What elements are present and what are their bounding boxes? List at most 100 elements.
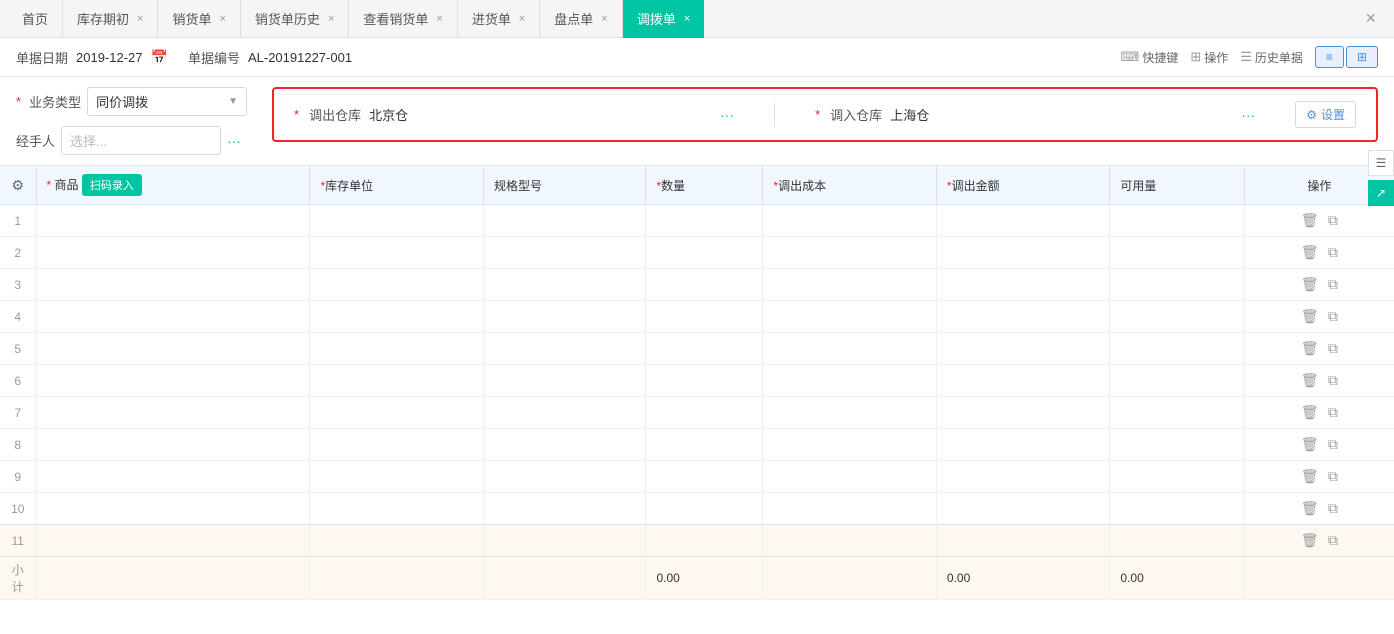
copy-btn-8[interactable]: ⧉ bbox=[1325, 436, 1341, 452]
view-toggle: ≡ ⊞ bbox=[1315, 46, 1378, 68]
shortcuts-btn[interactable]: ⌨ 快捷键 bbox=[1121, 49, 1179, 66]
right-tool-list[interactable]: ☰ bbox=[1368, 150, 1394, 176]
tab-sales-history-close[interactable]: × bbox=[328, 13, 334, 25]
th-available: 可用量 bbox=[1110, 166, 1244, 205]
gear-icon: ⚙ bbox=[1306, 108, 1317, 122]
copy-btn-5[interactable]: ⧉ bbox=[1325, 340, 1341, 356]
toolbar: 单据日期 2019-12-27 📅 单据编号 AL-20191227-001 ⌨… bbox=[0, 38, 1394, 77]
delete-btn-5[interactable]: 🗑 bbox=[1298, 340, 1322, 356]
copy-btn-2[interactable]: ⧉ bbox=[1325, 244, 1341, 260]
handler-placeholder: 选择... bbox=[70, 131, 107, 150]
row-available-2[interactable] bbox=[1110, 237, 1244, 269]
row-amount-3[interactable] bbox=[936, 269, 1110, 301]
row-amount-1[interactable] bbox=[936, 205, 1110, 237]
settings-btn[interactable]: ⚙ 设置 bbox=[1295, 101, 1356, 128]
row-qty-1[interactable] bbox=[646, 205, 763, 237]
copy-btn-11[interactable]: ⧉ bbox=[1325, 532, 1341, 548]
copy-btn-4[interactable]: ⧉ bbox=[1325, 308, 1341, 324]
handler-select[interactable]: 选择... bbox=[61, 126, 221, 155]
delete-btn-1[interactable]: 🗑 bbox=[1298, 212, 1322, 228]
tab-view-sales[interactable]: 查看销货单 × bbox=[349, 0, 457, 38]
table-row: 1 🗑 ⧉ bbox=[0, 205, 1394, 237]
row-cost-1[interactable] bbox=[763, 205, 937, 237]
warehouse-in-label: 调入仓库 bbox=[830, 105, 882, 124]
th-spec: 规格型号 bbox=[483, 166, 646, 205]
th-cost: *调出成本 bbox=[763, 166, 937, 205]
delete-btn-6[interactable]: 🗑 bbox=[1298, 372, 1322, 388]
row-cost-2[interactable] bbox=[763, 237, 937, 269]
operations-btn[interactable]: ⊞ 操作 bbox=[1190, 49, 1228, 66]
row-available-1[interactable] bbox=[1110, 205, 1244, 237]
row-ops-3: 🗑 ⧉ bbox=[1244, 269, 1394, 301]
delete-btn-3[interactable]: 🗑 bbox=[1298, 276, 1322, 292]
row-spec-2[interactable] bbox=[483, 237, 646, 269]
delete-btn-8[interactable]: 🗑 bbox=[1298, 436, 1322, 452]
row-cost-3[interactable] bbox=[763, 269, 937, 301]
row-ops-2: 🗑 ⧉ bbox=[1244, 237, 1394, 269]
tab-sales-order-close[interactable]: × bbox=[219, 13, 225, 25]
copy-btn-10[interactable]: ⧉ bbox=[1325, 500, 1341, 516]
delete-btn-2[interactable]: 🗑 bbox=[1298, 244, 1322, 260]
tab-transfer-label: 调拨单 bbox=[637, 9, 676, 28]
tab-inventory-init[interactable]: 库存期初 × bbox=[63, 0, 158, 38]
calendar-icon[interactable]: 📅 bbox=[151, 49, 168, 66]
tab-view-sales-close[interactable]: × bbox=[436, 13, 442, 25]
tab-stocktake-close[interactable]: × bbox=[601, 13, 607, 25]
right-tool-expand[interactable]: ↗ bbox=[1368, 180, 1394, 206]
copy-btn-3[interactable]: ⧉ bbox=[1325, 276, 1341, 292]
row-product-3[interactable] bbox=[36, 269, 310, 301]
th-settings[interactable]: ⚙ bbox=[0, 166, 36, 205]
main-table-container: ⚙ * 商品 扫码录入 *库存单位 规格型号 *数量 *调出 bbox=[0, 165, 1394, 600]
warehouse-out-more-icon[interactable]: ··· bbox=[720, 107, 734, 123]
row-unit-2[interactable] bbox=[310, 237, 484, 269]
warehouse-in-more-icon[interactable]: ··· bbox=[1241, 107, 1255, 123]
tab-sales-order[interactable]: 销货单 × bbox=[158, 0, 240, 38]
table-row: 6 🗑 ⧉ bbox=[0, 365, 1394, 397]
delete-btn-9[interactable]: 🗑 bbox=[1298, 468, 1322, 484]
tab-view-sales-label: 查看销货单 bbox=[363, 9, 428, 28]
business-type-select[interactable]: 同价调拨 ▼ bbox=[87, 87, 247, 116]
delete-btn-11[interactable]: 🗑 bbox=[1298, 532, 1322, 548]
tab-sales-history[interactable]: 销货单历史 × bbox=[241, 0, 349, 38]
row-qty-2[interactable] bbox=[646, 237, 763, 269]
scan-input-btn[interactable]: 扫码录入 bbox=[82, 174, 142, 196]
history-btn[interactable]: ☰ 历史单据 bbox=[1240, 49, 1303, 66]
handler-more-icon[interactable]: ··· bbox=[227, 133, 241, 149]
required-star-in: * bbox=[815, 107, 820, 122]
tab-purchase[interactable]: 进货单 × bbox=[458, 0, 540, 38]
delete-btn-7[interactable]: 🗑 bbox=[1298, 404, 1322, 420]
tab-inventory-init-close[interactable]: × bbox=[137, 13, 143, 25]
date-label: 单据日期 bbox=[16, 48, 68, 67]
tab-transfer[interactable]: 调拨单 × bbox=[623, 0, 704, 38]
date-value: 2019-12-27 bbox=[76, 50, 143, 65]
tab-purchase-close[interactable]: × bbox=[519, 13, 525, 25]
row-available-3[interactable] bbox=[1110, 269, 1244, 301]
delete-btn-4[interactable]: 🗑 bbox=[1298, 308, 1322, 324]
row-spec-1[interactable] bbox=[483, 205, 646, 237]
row-product-1[interactable] bbox=[36, 205, 310, 237]
tab-stocktake[interactable]: 盘点单 × bbox=[540, 0, 622, 38]
delete-btn-10[interactable]: 🗑 bbox=[1298, 500, 1322, 516]
tab-home[interactable]: 首页 bbox=[8, 0, 63, 38]
row-amount-2[interactable] bbox=[936, 237, 1110, 269]
copy-btn-9[interactable]: ⧉ bbox=[1325, 468, 1341, 484]
th-amount: *调出金额 bbox=[936, 166, 1110, 205]
warehouse-out-value: 北京仓 bbox=[369, 105, 408, 124]
copy-btn-1[interactable]: ⧉ bbox=[1325, 212, 1341, 228]
row-unit-3[interactable] bbox=[310, 269, 484, 301]
required-star-out: * bbox=[294, 107, 299, 122]
row-product-2[interactable] bbox=[36, 237, 310, 269]
copy-btn-7[interactable]: ⧉ bbox=[1325, 404, 1341, 420]
docno-field-group: 单据编号 AL-20191227-001 bbox=[188, 48, 352, 67]
list-view-btn[interactable]: ≡ bbox=[1315, 46, 1344, 68]
table-row: 10 🗑 ⧉ bbox=[0, 493, 1394, 525]
row-unit-1[interactable] bbox=[310, 205, 484, 237]
row-spec-3[interactable] bbox=[483, 269, 646, 301]
tab-bar-close-btn[interactable]: × bbox=[1355, 8, 1386, 29]
row-qty-3[interactable] bbox=[646, 269, 763, 301]
copy-btn-6[interactable]: ⧉ bbox=[1325, 372, 1341, 388]
tab-transfer-close[interactable]: × bbox=[684, 13, 690, 25]
th-unit: *库存单位 bbox=[310, 166, 484, 205]
grid-view-btn[interactable]: ⊞ bbox=[1346, 46, 1378, 68]
tab-bar: 首页 库存期初 × 销货单 × 销货单历史 × 查看销货单 × 进货单 × 盘点… bbox=[0, 0, 1394, 38]
